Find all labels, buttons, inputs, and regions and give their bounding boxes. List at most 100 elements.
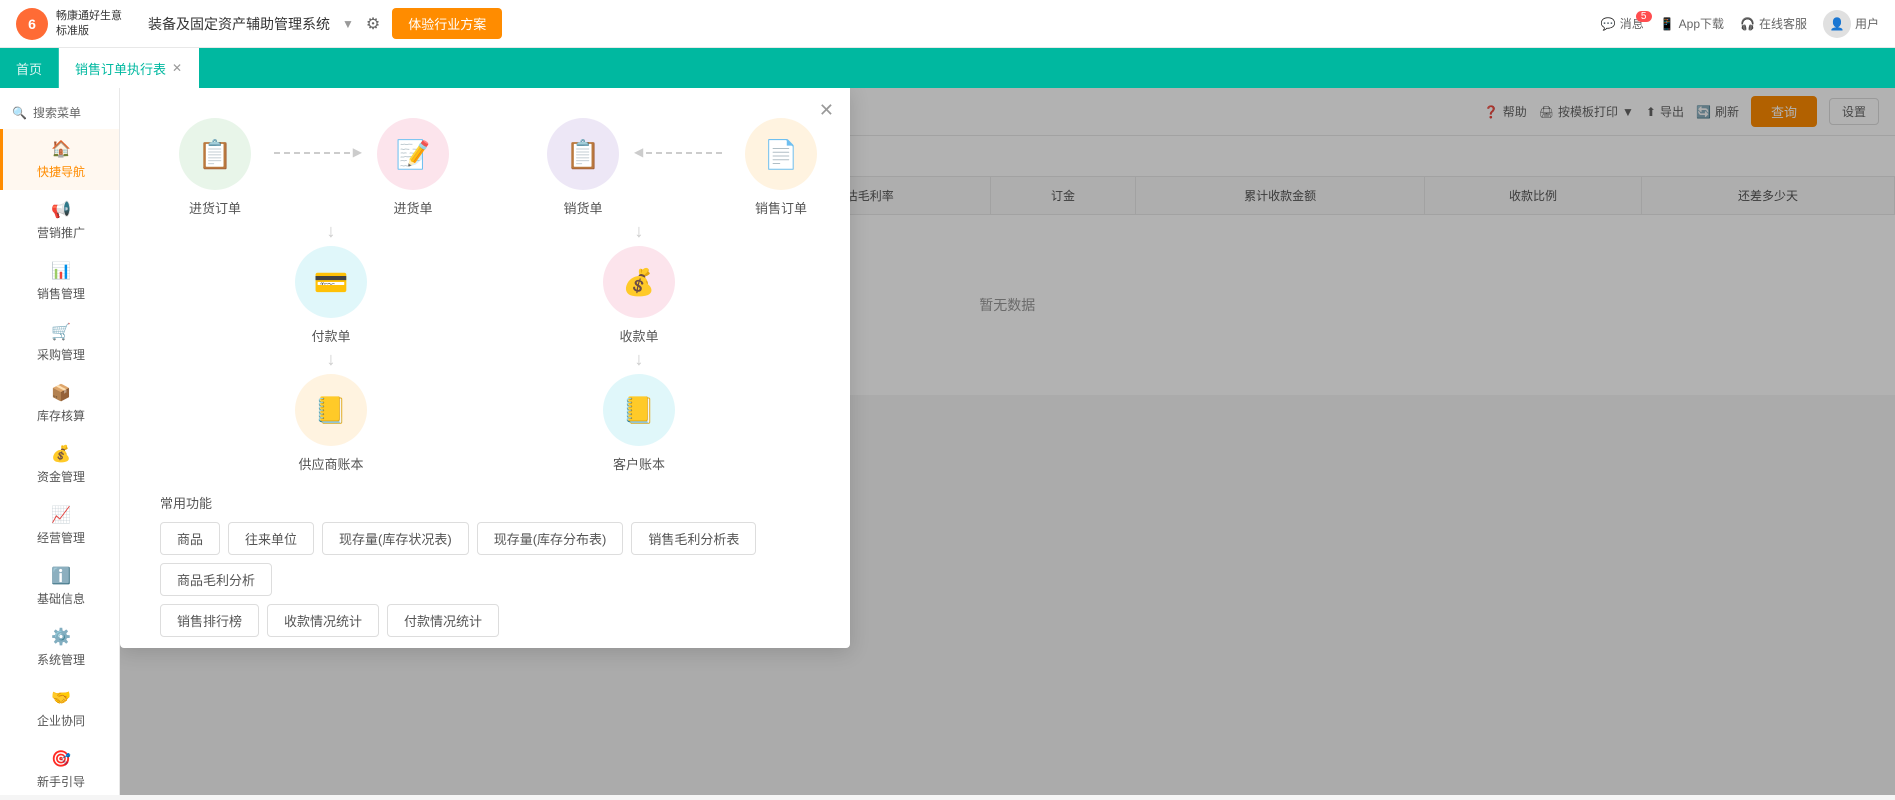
receipt-node: 💰 收款单 <box>584 246 694 345</box>
sidebar-search[interactable]: 🔍 搜索菜单 <box>0 96 119 129</box>
arrow-down-receipt: ↓ <box>635 349 644 370</box>
flow-area: 📋 进货订单 📝 进货单 <box>120 88 850 493</box>
func-btn-product-gross[interactable]: 商品毛利分析 <box>160 563 272 596</box>
purchase-order-circle: 📋 <box>179 118 251 190</box>
logo-text: 畅康通好生意 标准版 <box>56 9 122 38</box>
search-icon: 🔍 <box>12 106 27 120</box>
user-btn[interactable]: 👤 用户 <box>1823 10 1879 38</box>
func-btn-product[interactable]: 商品 <box>160 522 220 555</box>
sales-order-node: 📄 销售订单 <box>726 118 836 217</box>
func-btn-partners[interactable]: 往来单位 <box>228 522 314 555</box>
sidebar-item-collab[interactable]: 🤝 企业协同 <box>0 678 119 739</box>
service-icon: 🎧 <box>1740 17 1755 31</box>
sidebar-item-label: 销售管理 <box>37 285 85 302</box>
sidebar-item-purchase[interactable]: 🛒 采购管理 <box>0 312 119 373</box>
online-service-btn[interactable]: 🎧 在线客服 <box>1740 15 1807 32</box>
purchase-order-node: 📋 进货订单 <box>160 118 270 217</box>
inventory-icon: 📦 <box>51 383 71 403</box>
sidebar-item-operations[interactable]: 📈 经营管理 <box>0 495 119 556</box>
info-icon: ℹ️ <box>51 566 71 586</box>
message-btn[interactable]: 💬 消息 5 <box>1601 15 1644 32</box>
dropdown-arrow[interactable]: ▼ <box>342 17 354 31</box>
arrow-down-sales: ↓ <box>635 221 644 242</box>
sidebar-item-system[interactable]: ⚙️ 系统管理 <box>0 617 119 678</box>
payment-circle: 💳 <box>295 246 367 318</box>
top-bar-actions: 💬 消息 5 📱 App下载 🎧 在线客服 👤 用户 <box>1601 10 1879 38</box>
tab-sales-order[interactable]: 销售订单执行表 ✕ <box>59 48 199 88</box>
sales-bill-label: 销货单 <box>563 198 602 217</box>
app-download-icon: 📱 <box>1660 17 1675 31</box>
sidebar-item-basic-info[interactable]: ℹ️ 基础信息 <box>0 556 119 617</box>
func-btn-sales-rank[interactable]: 销售排行榜 <box>160 604 259 637</box>
func-btn-payment-stats[interactable]: 付款情况统计 <box>387 604 499 637</box>
sidebar: 🔍 搜索菜单 🏠 快捷导航 📢 营销推广 📊 销售管理 🛒 采购管理 📦 库存核… <box>0 88 120 795</box>
supplier-ledger-node: 📒 供应商账本 <box>276 374 386 473</box>
sidebar-item-inventory[interactable]: 📦 库存核算 <box>0 373 119 434</box>
receipt-label: 收款单 <box>619 326 658 345</box>
sidebar-item-label: 经营管理 <box>37 529 85 546</box>
sales-icon: 📊 <box>51 261 71 281</box>
arrow-down-purchase: ↓ <box>327 221 336 242</box>
home-icon: 🏠 <box>51 139 71 159</box>
system-title: 装备及固定资产辅助管理系统 <box>148 14 330 34</box>
popup-panel: ✕ 📋 进货订单 <box>120 88 850 648</box>
common-funcs: 常用功能 商品 往来单位 现存量(库存状况表) 现存量(库存分布表) 销售毛利分… <box>120 493 850 648</box>
sidebar-item-label: 快捷导航 <box>37 163 85 180</box>
message-badge: 5 <box>1636 11 1652 22</box>
logo-area: 6 畅康通好生意 标准版 <box>16 8 136 40</box>
guide-icon: 🎯 <box>51 749 71 769</box>
customer-ledger-circle: 📒 <box>603 374 675 446</box>
func-btns-row1: 商品 往来单位 现存量(库存状况表) 现存量(库存分布表) 销售毛利分析表 商品… <box>160 522 810 596</box>
arrow-down-payment: ↓ <box>327 349 336 370</box>
sidebar-item-guide[interactable]: 🎯 新手引导 <box>0 739 119 800</box>
message-icon: 💬 <box>1601 17 1616 31</box>
tab-home[interactable]: 首页 <box>0 48 59 88</box>
sales-bill-node: 📋 销货单 <box>528 118 638 217</box>
sidebar-item-finance[interactable]: 💰 资金管理 <box>0 434 119 495</box>
gear-icon[interactable]: ⚙ <box>366 14 380 34</box>
finance-icon: 💰 <box>51 444 71 464</box>
sidebar-item-marketing[interactable]: 📢 营销推广 <box>0 190 119 251</box>
marketing-icon: 📢 <box>51 200 71 220</box>
logo-icon: 6 <box>16 8 48 40</box>
supplier-ledger-label: 供应商账本 <box>298 454 363 473</box>
purchase-bill-node: 📝 进货单 <box>358 118 468 217</box>
sidebar-item-label: 采购管理 <box>37 346 85 363</box>
sales-order-tab-label: 销售订单执行表 <box>75 59 166 78</box>
func-btn-sales-gross[interactable]: 销售毛利分析表 <box>631 522 756 555</box>
purchase-bill-circle: 📝 <box>377 118 449 190</box>
customer-ledger-label: 客户账本 <box>613 454 665 473</box>
tab-close-btn[interactable]: ✕ <box>172 61 182 75</box>
payment-node: 💳 付款单 <box>276 246 386 345</box>
func-btns-row2: 销售排行榜 收款情况统计 付款情况统计 <box>160 604 810 637</box>
overlay: ✕ 📋 进货订单 <box>120 88 1895 795</box>
operations-icon: 📈 <box>51 505 71 525</box>
popup-close-btn[interactable]: ✕ <box>819 100 834 121</box>
purchase-order-label: 进货订单 <box>189 198 241 217</box>
func-btn-stock-status[interactable]: 现存量(库存状况表) <box>322 522 469 555</box>
arrow-purchase-order-to-bill <box>274 152 354 154</box>
receipt-circle: 💰 <box>603 246 675 318</box>
user-avatar: 👤 <box>1823 10 1851 38</box>
sales-order-label: 销售订单 <box>755 198 807 217</box>
trial-btn[interactable]: 体验行业方案 <box>392 8 502 39</box>
sidebar-item-label: 系统管理 <box>37 651 85 668</box>
purchase-icon: 🛒 <box>51 322 71 342</box>
sales-bill-circle: 📋 <box>547 118 619 190</box>
app-download-btn[interactable]: 📱 App下载 <box>1660 15 1724 32</box>
sidebar-item-quick-nav[interactable]: 🏠 快捷导航 <box>0 129 119 190</box>
sidebar-search-label: 搜索菜单 <box>33 104 81 121</box>
sidebar-item-label: 新手引导 <box>37 773 85 790</box>
common-funcs-title: 常用功能 <box>160 493 810 512</box>
customer-ledger-node: 📒 客户账本 <box>584 374 694 473</box>
purchase-bill-label: 进货单 <box>393 198 432 217</box>
func-btn-stock-dist[interactable]: 现存量(库存分布表) <box>477 522 624 555</box>
supplier-ledger-circle: 📒 <box>295 374 367 446</box>
system-icon: ⚙️ <box>51 627 71 647</box>
sidebar-item-label: 基础信息 <box>37 590 85 607</box>
sidebar-item-sales[interactable]: 📊 销售管理 <box>0 251 119 312</box>
collab-icon: 🤝 <box>51 688 71 708</box>
func-btn-receipt-stats[interactable]: 收款情况统计 <box>267 604 379 637</box>
main-layout: 🔍 搜索菜单 🏠 快捷导航 📢 营销推广 📊 销售管理 🛒 采购管理 📦 库存核… <box>0 88 1895 795</box>
sidebar-item-label: 库存核算 <box>37 407 85 424</box>
